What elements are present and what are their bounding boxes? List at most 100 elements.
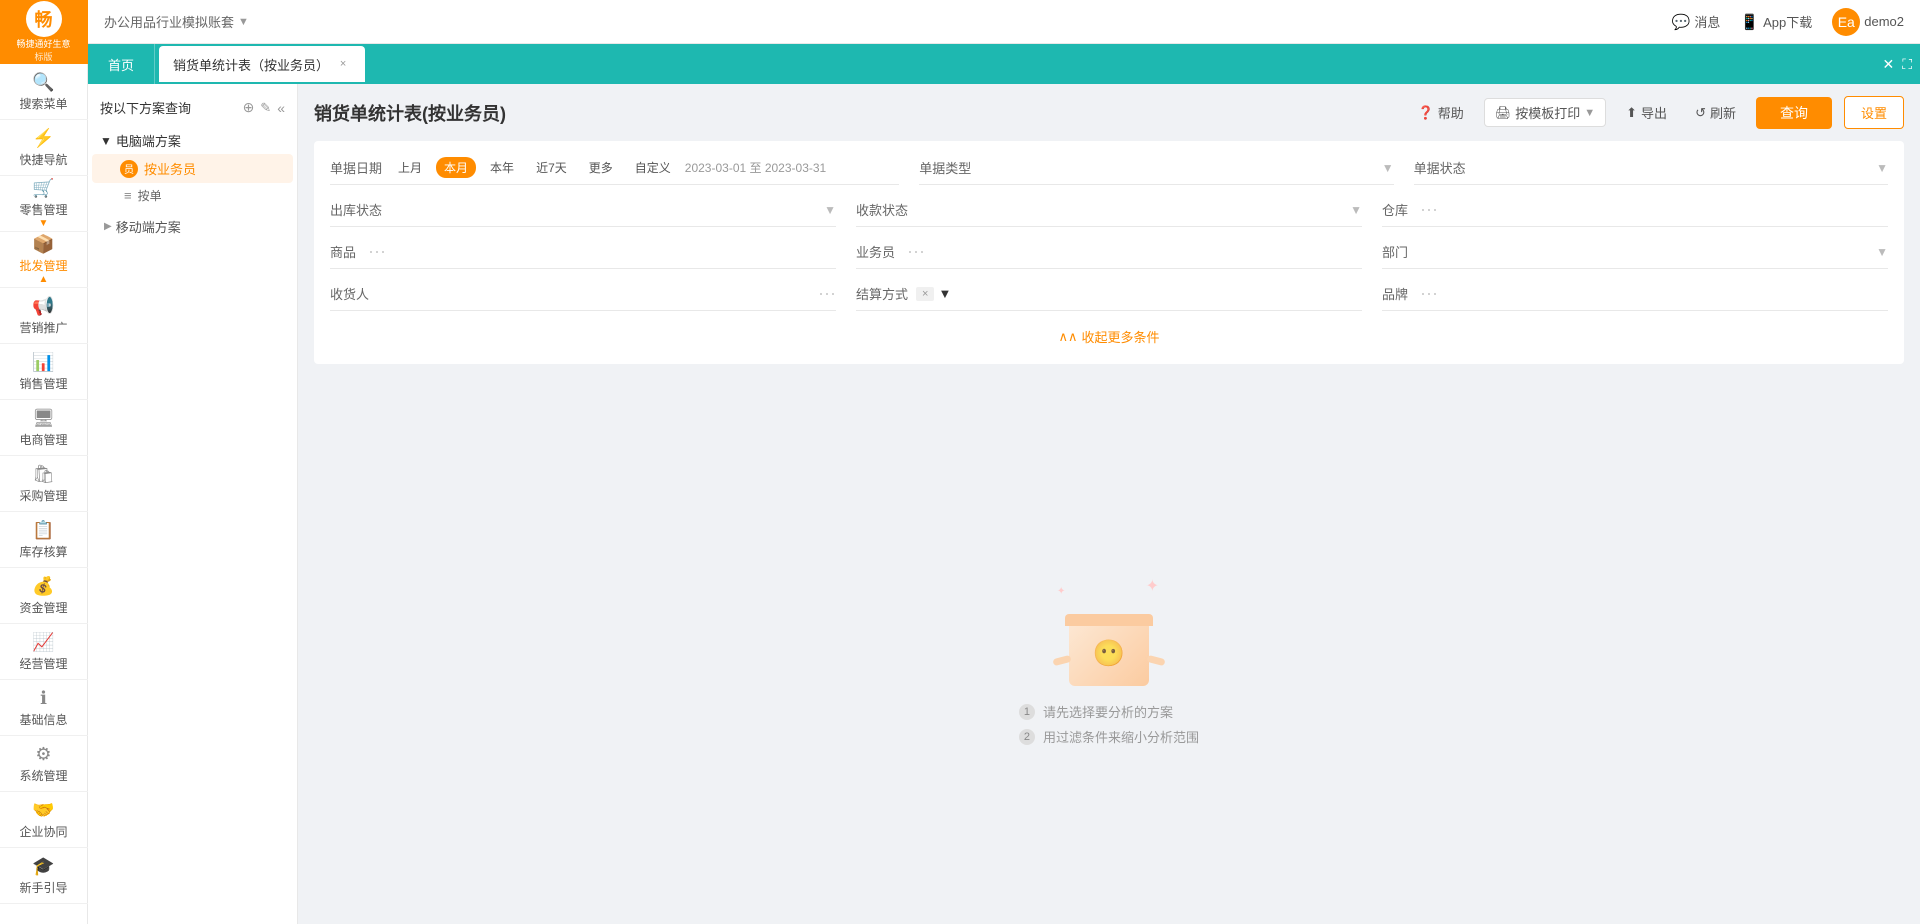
home-tab[interactable]: 首页	[88, 44, 155, 84]
sidebar-item-label: 搜索菜单	[19, 95, 67, 112]
brand-more-btn[interactable]: ···	[1420, 283, 1438, 304]
edit-scheme-btn[interactable]: ✎	[260, 100, 271, 116]
receiver-input[interactable]	[377, 286, 810, 301]
wholesale-icon: 📦	[32, 234, 54, 255]
filter-row-1: 单据日期 上月 本月 本年 近7天 更多 自定义 2023-03-01 至 20…	[330, 153, 1888, 185]
box-right-arm	[1146, 655, 1165, 666]
close-window-btn[interactable]: ✕	[1882, 56, 1894, 73]
settings-button[interactable]: 设置	[1844, 96, 1904, 129]
header-left: 办公用品行业模拟账套 ▼	[104, 12, 249, 31]
filter-bill-status: 单据状态 ▼	[1414, 153, 1888, 185]
empty-hint-2: 2 用过滤条件来缩小分析范围	[1019, 727, 1199, 746]
bill-status-label: 单据状态	[1414, 158, 1466, 177]
dept-value[interactable]: ▼	[1416, 245, 1888, 259]
collect-status-value[interactable]: ▼	[916, 203, 1362, 217]
collapse-panel-btn[interactable]: «	[277, 100, 285, 116]
receiver-more-btn[interactable]: ···	[818, 283, 836, 304]
out-status-value[interactable]: ▼	[390, 203, 836, 217]
bill-status-value[interactable]: ▼	[1474, 161, 1888, 175]
scheme-subitem-bill[interactable]: ≡ 按单	[88, 183, 297, 208]
refresh-btn[interactable]: ↺ 刷新	[1687, 99, 1744, 126]
sidebar-item-retail[interactable]: 🛒零售管理 ▼	[0, 176, 88, 232]
date-this-month-btn[interactable]: 本月	[436, 157, 476, 178]
sidebar-item-ecommerce[interactable]: 🖥电商管理	[0, 400, 88, 456]
date-last-month-btn[interactable]: 上月	[390, 157, 430, 178]
sidebar-item-basicinfo[interactable]: ℹ基础信息	[0, 680, 88, 736]
print-btn[interactable]: 🖨 按模板打印 ▼	[1484, 98, 1606, 127]
active-tab[interactable]: 销货单统计表（按业务员） ×	[159, 46, 365, 82]
goods-more-btn[interactable]: ···	[368, 241, 386, 262]
export-btn[interactable]: ⬆ 导出	[1618, 99, 1675, 126]
collapse-icon: ∧∧	[1058, 329, 1077, 345]
settle-tag-remove[interactable]: ×	[922, 288, 928, 300]
maximize-btn[interactable]: ⛶	[1902, 56, 1912, 73]
app-download-label: App下载	[1763, 12, 1812, 31]
date-filter-label: 单据日期	[330, 158, 382, 177]
message-btn[interactable]: 💬 消息	[1672, 12, 1721, 31]
empty-state: 😶 ✦ ✦ 1 请先选择要分析的方案	[314, 376, 1904, 912]
sidebar-item-label: 基础信息	[19, 711, 67, 728]
date-last7-btn[interactable]: 近7天	[528, 157, 575, 178]
left-panel: 按以下方案查询 ⊕ ✎ « ▼ 电脑端方案 员 按业务员 ≡ 按单	[88, 84, 298, 924]
filter-row-3: 商品 ··· 业务员 ··· 部门	[330, 237, 1888, 269]
bill-type-value[interactable]: ▼	[979, 161, 1393, 175]
hint-number-1: 1	[1019, 704, 1035, 720]
mobile-scheme-label: 移动端方案	[116, 217, 181, 236]
sidebar-item-label: 营销推广	[19, 319, 67, 336]
desktop-scheme-header[interactable]: ▼ 电脑端方案	[88, 127, 297, 154]
sidebar-item-sales[interactable]: 📊销售管理	[0, 344, 88, 400]
user-info[interactable]: Ea demo2	[1832, 8, 1904, 36]
mobile-scheme-item[interactable]: ▶ 移动端方案	[88, 212, 297, 241]
export-label: 导出	[1641, 103, 1667, 122]
filter-panel: 单据日期 上月 本月 本年 近7天 更多 自定义 2023-03-01 至 20…	[314, 141, 1904, 364]
out-status-dropdown[interactable]: ▼	[390, 203, 836, 217]
warehouse-more-btn[interactable]: ···	[1420, 199, 1438, 220]
bill-status-dropdown[interactable]: ▼	[1474, 161, 1888, 175]
help-btn[interactable]: ❓ 帮助	[1410, 99, 1472, 126]
query-button[interactable]: 查询	[1756, 97, 1832, 129]
sidebar-item-guide[interactable]: 🎓新手引导	[0, 848, 88, 904]
collapse-filters-btn[interactable]: ∧∧ 收起更多条件	[330, 321, 1888, 352]
sidebar-item-inventory[interactable]: 📋库存核算	[0, 512, 88, 568]
date-this-year-btn[interactable]: 本年	[482, 157, 522, 178]
app-download-btn[interactable]: 📱 App下载	[1740, 12, 1812, 31]
download-icon: 📱	[1740, 13, 1759, 31]
app-logo: 畅 畅捷通好生意 标版	[0, 0, 88, 64]
add-scheme-btn[interactable]: ⊕	[243, 99, 255, 116]
content-area: 按以下方案查询 ⊕ ✎ « ▼ 电脑端方案 员 按业务员 ≡ 按单	[88, 84, 1920, 924]
tab-close-btn[interactable]: ×	[335, 56, 351, 72]
settle-dropdown-icon[interactable]: ▼	[938, 286, 951, 301]
sidebar-item-search[interactable]: 🔍搜索菜单	[0, 64, 88, 120]
chevron-right-icon: ▶	[104, 221, 112, 232]
account-switcher[interactable]: 办公用品行业模拟账套 ▼	[104, 12, 249, 31]
bill-type-label: 单据类型	[919, 158, 971, 177]
empty-hint-1: 1 请先选择要分析的方案	[1019, 702, 1199, 721]
sidebar-item-marketing[interactable]: 📢 营销推广	[0, 288, 88, 344]
sidebar-item-system[interactable]: ⚙系统管理	[0, 736, 88, 792]
dept-dropdown[interactable]: ▼	[1416, 245, 1888, 259]
home-tab-label: 首页	[108, 55, 134, 74]
sidebar-item-label: 采购管理	[19, 487, 67, 504]
refresh-icon: ↺	[1695, 105, 1706, 121]
date-filter-value: 上月 本月 本年 近7天 更多 自定义 2023-03-01 至 2023-03…	[390, 157, 899, 178]
collab-icon: 🤝	[32, 800, 54, 821]
salesman-more-btn[interactable]: ···	[907, 241, 925, 262]
sparkle-icon: ✦	[1146, 576, 1159, 596]
sidebar-item-finance[interactable]: 💰资金管理	[0, 568, 88, 624]
marketing-icon: 📢	[32, 296, 54, 317]
box-face-icon: 😶	[1093, 638, 1125, 669]
sidebar-item-purchase[interactable]: 🛍采购管理	[0, 456, 88, 512]
sidebar-item-shortcut[interactable]: ⚡快捷导航	[0, 120, 88, 176]
collect-status-dropdown[interactable]: ▼	[916, 203, 1362, 217]
dept-label: 部门	[1382, 242, 1408, 261]
date-more-btn[interactable]: 更多	[581, 157, 621, 178]
bill-type-dropdown[interactable]: ▼	[979, 161, 1393, 175]
filter-warehouse: 仓库 ···	[1382, 195, 1888, 227]
sidebar-item-operation[interactable]: 📈经营管理	[0, 624, 88, 680]
scheme-item-salesman[interactable]: 员 按业务员	[92, 154, 293, 183]
sidebar-item-collab[interactable]: 🤝企业协同	[0, 792, 88, 848]
sidebar-item-wholesale[interactable]: 📦批发管理 ▲	[0, 232, 88, 288]
tab-controls: ✕ ⛶	[1874, 56, 1920, 73]
date-custom-btn[interactable]: 自定义	[627, 157, 679, 178]
settle-method-label: 结算方式	[856, 284, 908, 303]
